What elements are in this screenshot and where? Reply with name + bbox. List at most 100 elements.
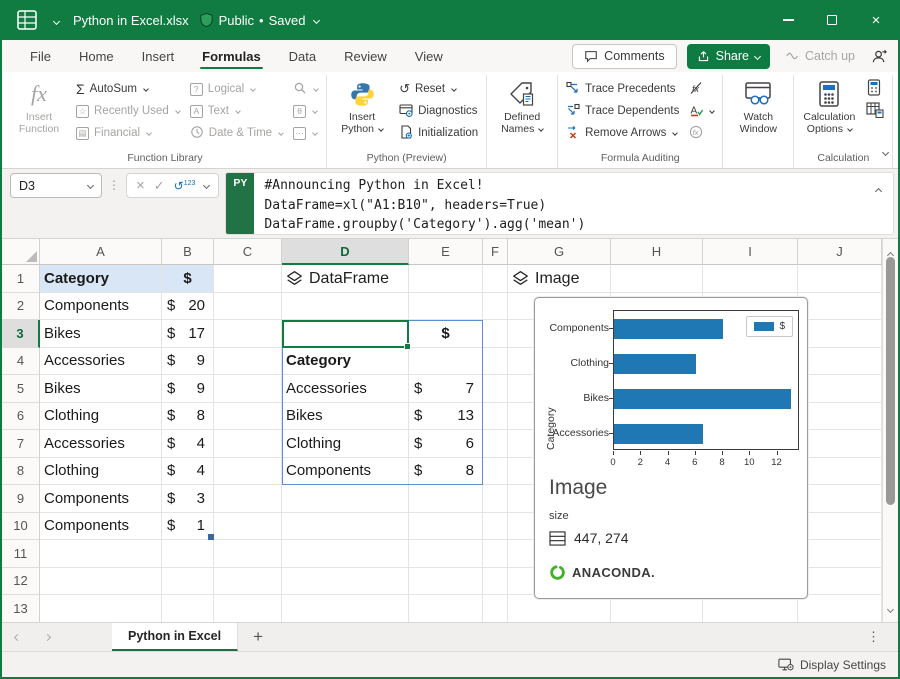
trace-precedents-button[interactable]: Trace Precedents bbox=[564, 78, 681, 100]
sheet-tab-python-in-excel[interactable]: Python in Excel bbox=[112, 623, 238, 651]
reset-button[interactable]: ↺Reset bbox=[397, 78, 480, 100]
cell-A6[interactable]: Clothing bbox=[40, 403, 162, 431]
quick-access-toolbar-dropdown[interactable] bbox=[54, 11, 59, 29]
cell-C11[interactable] bbox=[214, 540, 282, 568]
cell-E2[interactable] bbox=[409, 293, 483, 321]
cell-B4[interactable]: $9 bbox=[162, 348, 214, 376]
cell-J12[interactable] bbox=[798, 568, 882, 596]
previous-sheet-icon[interactable] bbox=[2, 623, 32, 651]
logical-button[interactable]: ?Logical bbox=[188, 78, 285, 100]
cell-C10[interactable] bbox=[214, 513, 282, 541]
cell-F3[interactable] bbox=[483, 320, 508, 348]
row-header-10[interactable]: 10 bbox=[2, 513, 40, 541]
people-icon[interactable] bbox=[871, 49, 888, 64]
cell-E10[interactable] bbox=[409, 513, 483, 541]
cell-E13[interactable] bbox=[409, 595, 483, 622]
cell-D4[interactable]: Category bbox=[282, 348, 409, 376]
row-header-13[interactable]: 13 bbox=[2, 595, 40, 622]
cell-A11[interactable] bbox=[40, 540, 162, 568]
cell-J10[interactable] bbox=[798, 513, 882, 541]
row-header-2[interactable]: 2 bbox=[2, 293, 40, 321]
more-functions-button[interactable]: ⋯ bbox=[291, 122, 320, 144]
cell-A10[interactable]: Components bbox=[40, 513, 162, 541]
row-header-8[interactable]: 8 bbox=[2, 458, 40, 486]
cell-B13[interactable] bbox=[162, 595, 214, 622]
ribbon-tab-review[interactable]: Review bbox=[332, 40, 399, 72]
cell-A13[interactable] bbox=[40, 595, 162, 622]
cell-J4[interactable] bbox=[798, 348, 882, 376]
cell-A7[interactable]: Accessories bbox=[40, 430, 162, 458]
cell-F7[interactable] bbox=[483, 430, 508, 458]
cell-J11[interactable] bbox=[798, 540, 882, 568]
collapse-ribbon-button[interactable] bbox=[883, 142, 888, 160]
cell-A12[interactable] bbox=[40, 568, 162, 596]
cell-B10[interactable]: $1 bbox=[162, 513, 214, 541]
cell-I1[interactable] bbox=[703, 265, 798, 293]
cell-F2[interactable] bbox=[483, 293, 508, 321]
calculate-now-button[interactable] bbox=[864, 78, 886, 100]
image-preview-card[interactable]: Category$ComponentsClothingBikesAccessor… bbox=[534, 297, 808, 599]
cell-B8[interactable]: $4 bbox=[162, 458, 214, 486]
column-header-h[interactable]: H bbox=[611, 239, 703, 265]
cell-B9[interactable]: $3 bbox=[162, 485, 214, 513]
insert-function-button[interactable]: fxInsertFunction bbox=[10, 77, 68, 135]
trace-dependents-button[interactable]: Trace Dependents bbox=[564, 100, 681, 122]
python-code[interactable]: #Announcing Python in Excel!DataFrame=xl… bbox=[254, 173, 585, 234]
cell-C2[interactable] bbox=[214, 293, 282, 321]
excel-app-icon[interactable] bbox=[16, 9, 38, 31]
watch-window-button[interactable]: WatchWindow bbox=[729, 77, 787, 135]
cell-B3[interactable]: $17 bbox=[162, 320, 214, 348]
row-header-12[interactable]: 12 bbox=[2, 568, 40, 596]
cell-B2[interactable]: $20 bbox=[162, 293, 214, 321]
cell-A4[interactable]: Accessories bbox=[40, 348, 162, 376]
select-all-button[interactable] bbox=[2, 239, 40, 265]
cell-F8[interactable] bbox=[483, 458, 508, 486]
enter-icon[interactable]: ✓ bbox=[154, 178, 165, 194]
cell-C8[interactable] bbox=[214, 458, 282, 486]
cell-A5[interactable]: Bikes bbox=[40, 375, 162, 403]
cell-D8[interactable]: Components bbox=[282, 458, 409, 486]
column-header-a[interactable]: A bbox=[40, 239, 162, 265]
cell-C4[interactable] bbox=[214, 348, 282, 376]
ribbon-tab-view[interactable]: View bbox=[403, 40, 455, 72]
column-header-c[interactable]: C bbox=[214, 239, 282, 265]
cell-J8[interactable] bbox=[798, 458, 882, 486]
cell-D6[interactable]: Bikes bbox=[282, 403, 409, 431]
calculate-sheet-button[interactable] bbox=[864, 100, 886, 122]
cell-F4[interactable] bbox=[483, 348, 508, 376]
cell-F13[interactable] bbox=[483, 595, 508, 622]
cell-D2[interactable] bbox=[282, 293, 409, 321]
ribbon-tab-home[interactable]: Home bbox=[67, 40, 126, 72]
cell-A3[interactable]: Bikes bbox=[40, 320, 162, 348]
cell-J1[interactable] bbox=[798, 265, 882, 293]
ribbon-tab-data[interactable]: Data bbox=[277, 40, 328, 72]
row-header-4[interactable]: 4 bbox=[2, 348, 40, 376]
cell-H13[interactable] bbox=[611, 595, 703, 622]
evaluate-formula-button[interactable]: fx bbox=[687, 122, 716, 144]
cell-B11[interactable] bbox=[162, 540, 214, 568]
formula-input[interactable]: PY #Announcing Python in Excel!DataFrame… bbox=[225, 172, 894, 235]
cell-F6[interactable] bbox=[483, 403, 508, 431]
error-checking-button[interactable]: A bbox=[687, 100, 716, 122]
lookup-reference-button[interactable] bbox=[291, 78, 320, 100]
cell-F11[interactable] bbox=[483, 540, 508, 568]
column-header-f[interactable]: F bbox=[483, 239, 508, 265]
cell-C3[interactable] bbox=[214, 320, 282, 348]
close-button[interactable]: × bbox=[854, 0, 898, 40]
cell-D9[interactable] bbox=[282, 485, 409, 513]
autosum-button[interactable]: ΣAutoSum bbox=[74, 78, 182, 100]
math-trig-button[interactable]: θ bbox=[291, 100, 320, 122]
remove-arrows-button[interactable]: Remove Arrows bbox=[564, 122, 681, 144]
share-button[interactable]: Share bbox=[687, 44, 770, 69]
cell-E1[interactable] bbox=[409, 265, 483, 293]
ribbon-tab-formulas[interactable]: Formulas bbox=[190, 40, 273, 72]
comments-button[interactable]: Comments bbox=[572, 44, 676, 69]
cell-J2[interactable] bbox=[798, 293, 882, 321]
cell-B1[interactable]: $ bbox=[162, 265, 214, 293]
maximize-button[interactable] bbox=[810, 0, 854, 40]
row-header-1[interactable]: 1 bbox=[2, 265, 40, 293]
show-formulas-button[interactable]: fx bbox=[687, 78, 716, 100]
minimize-button[interactable] bbox=[766, 0, 810, 40]
add-sheet-button[interactable]: + bbox=[238, 623, 278, 651]
text-button[interactable]: AText bbox=[188, 100, 285, 122]
